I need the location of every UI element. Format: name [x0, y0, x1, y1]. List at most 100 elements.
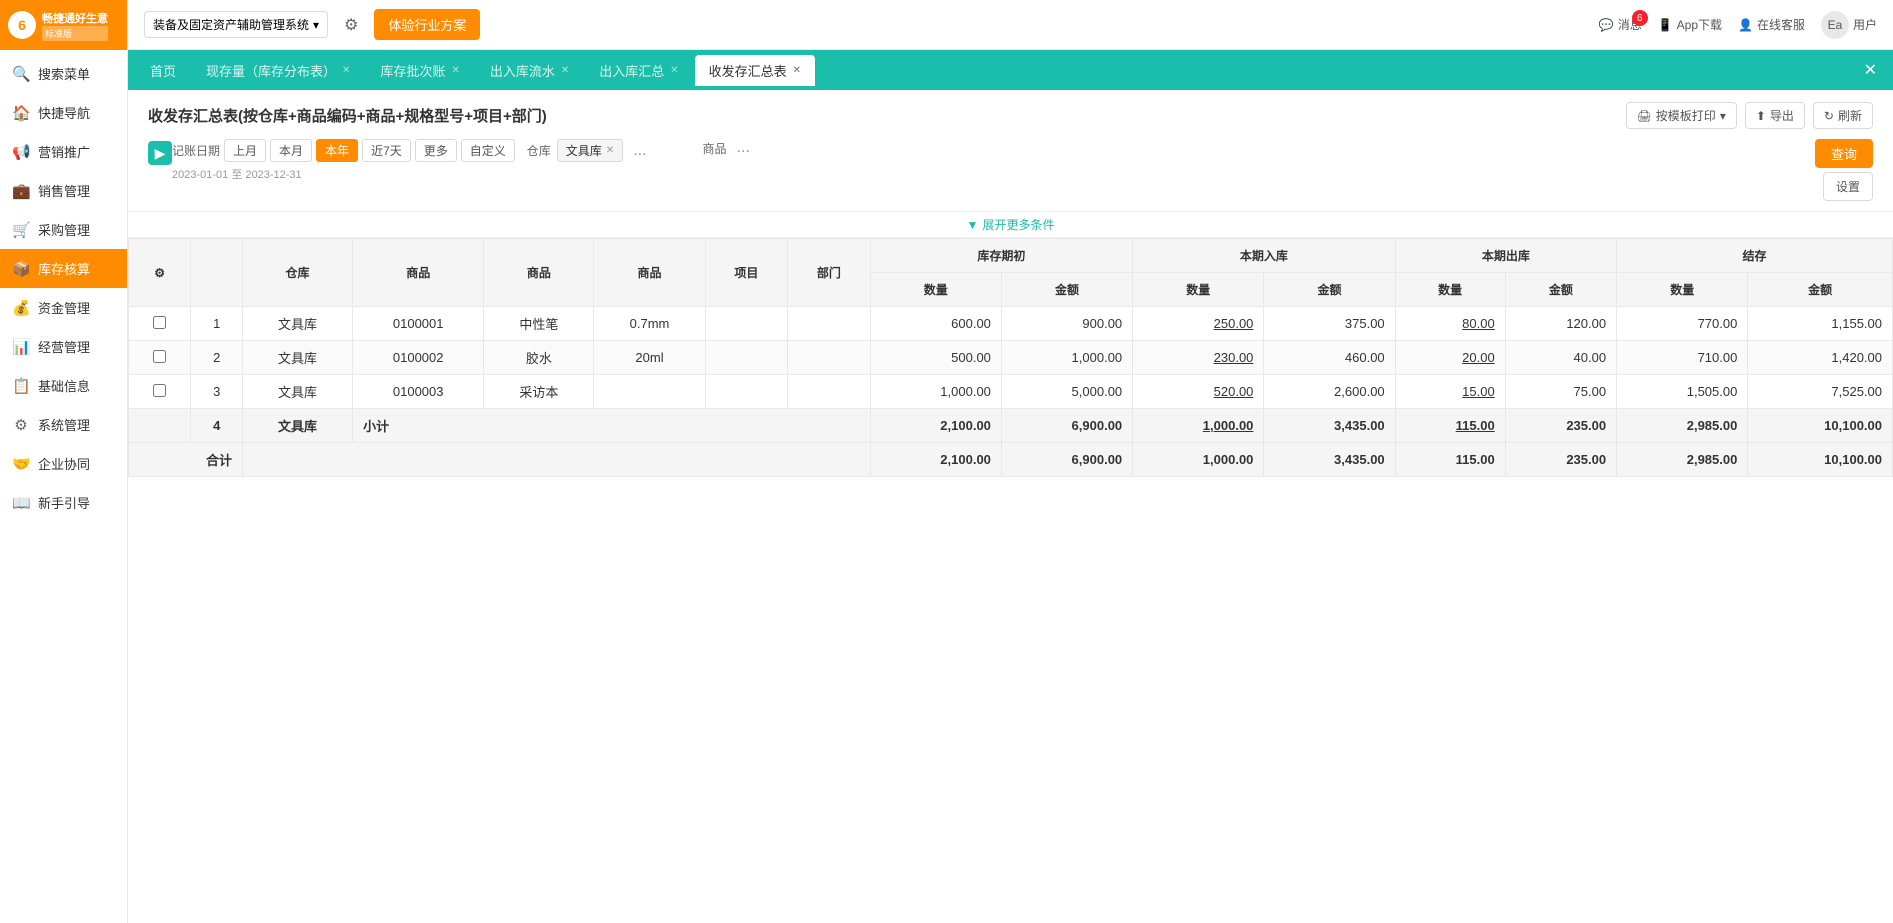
sidebar-item-label: 企业协同 [38, 454, 90, 473]
tab-close-batch-ledger[interactable]: ✕ [451, 65, 459, 76]
refresh-btn[interactable]: ↻ 刷新 [1813, 102, 1873, 129]
row-checkbox-1[interactable] [129, 341, 191, 375]
date-label: 记账日期 [172, 142, 220, 159]
tab-batch-ledger[interactable]: 库存批次账✕ [366, 55, 473, 86]
tab-close-inventory-dist[interactable]: ✕ [342, 65, 350, 76]
th-settings[interactable]: ⚙ [129, 239, 191, 307]
sidebar-item-basic-info[interactable]: 📋 基础信息 [0, 366, 127, 405]
query-action-group: 查询 设置 [1815, 139, 1873, 201]
sidebar-item-inventory[interactable]: 📦 库存核算 [0, 249, 127, 288]
tab-close-recv-send-summary[interactable]: ✕ [793, 65, 801, 76]
user-btn[interactable]: Ea 用户 [1821, 11, 1877, 39]
sidebar-item-finance[interactable]: 💰 资金管理 [0, 288, 127, 327]
setting-btn[interactable]: 设置 [1823, 172, 1873, 201]
page-content: 收发存汇总表(按仓库+商品编码+商品+规格型号+项目+部门) 🖨 按模板打印 ▾… [128, 90, 1893, 923]
date-custom-btn[interactable]: 自定义 [461, 139, 515, 162]
sidebar-item-label: 快捷导航 [38, 103, 90, 122]
sidebar-item-purchase[interactable]: 🛒 采购管理 [0, 210, 127, 249]
search-icon: 🔍 [12, 65, 30, 83]
row-open-qty-2: 1,000.00 [870, 375, 1001, 409]
app-download-btn[interactable]: 📱 App下载 [1658, 16, 1722, 33]
row-in-qty-2[interactable]: 520.00 [1133, 375, 1264, 409]
subtotal-label: 小计 [353, 409, 871, 443]
table-row: 3 文具库 0100003 采访本 1,000.00 5,000.00 520.… [129, 375, 1893, 409]
online-service-btn[interactable]: 👤 在线客服 [1738, 16, 1805, 33]
filter-toggle-btn[interactable]: ▶ [148, 141, 172, 165]
expand-conditions-btn[interactable]: ▼ 展开更多条件 [967, 216, 1055, 233]
sidebar-item-search[interactable]: 🔍 搜索菜单 [0, 54, 127, 93]
tab-inventory-dist[interactable]: 现存量（库存分布表）✕ [192, 55, 364, 86]
tab-in-out-summary[interactable]: 出入库汇总✕ [585, 55, 692, 86]
settings-icon-btn[interactable]: ⚙ [344, 15, 358, 35]
inventory-icon: 📦 [12, 260, 30, 278]
system-title-dropdown[interactable]: 装备及固定资产辅助管理系统 ▾ [144, 11, 328, 38]
tab-close-in-out-summary[interactable]: ✕ [670, 65, 678, 76]
online-service-label: 在线客服 [1757, 16, 1805, 33]
total-open-amt: 6,900.00 [1001, 443, 1132, 477]
subtotal-out-amt: 235.00 [1505, 409, 1616, 443]
settings-icon: ⚙ [154, 266, 165, 280]
sidebar-item-guide[interactable]: 📖 新手引导 [0, 483, 127, 522]
messages-btn[interactable]: 💬 消息 6 [1599, 16, 1642, 33]
sidebar-item-sales[interactable]: 💼 销售管理 [0, 171, 127, 210]
row-check-input-1[interactable] [153, 350, 166, 363]
sidebar-item-system[interactable]: ⚙ 系统管理 [0, 405, 127, 444]
total-out-qty: 115.00 [1395, 443, 1505, 477]
row-warehouse-0: 文具库 [243, 307, 353, 341]
subtotal-close-amt: 10,100.00 [1748, 409, 1893, 443]
warehouse-tag-close[interactable]: ✕ [606, 145, 614, 156]
cooperation-icon: 🤝 [12, 455, 30, 473]
subtotal-open-qty: 2,100.00 [870, 409, 1001, 443]
date-7days-btn[interactable]: 近7天 [362, 139, 411, 162]
expand-bar: ▼ 展开更多条件 [128, 212, 1893, 238]
query-btn[interactable]: 查询 [1815, 139, 1873, 168]
sales-icon: 💼 [12, 182, 30, 200]
table-row: 2 文具库 0100002 胶水 20ml 500.00 1,000.00 23… [129, 341, 1893, 375]
row-checkbox-2[interactable] [129, 375, 191, 409]
row-in-qty-1[interactable]: 230.00 [1133, 341, 1264, 375]
row-in-qty-0[interactable]: 250.00 [1133, 307, 1264, 341]
sidebar-item-label: 资金管理 [38, 298, 90, 317]
print-btn[interactable]: 🖨 按模板打印 ▾ [1626, 102, 1737, 129]
total-label-cell: 合计 [129, 443, 243, 477]
tab-in-out-flow[interactable]: 出入库流水✕ [476, 55, 583, 86]
row-num-0: 1 [191, 307, 243, 341]
row-check-input-0[interactable] [153, 316, 166, 329]
row-out-qty-2[interactable]: 15.00 [1395, 375, 1505, 409]
th-code: 商品 [353, 239, 484, 307]
warehouse-ellipsis[interactable]: ... [629, 142, 650, 160]
user-label: 用户 [1853, 16, 1877, 33]
sidebar-item-operations[interactable]: 📊 经营管理 [0, 327, 127, 366]
th-out-amt: 金额 [1505, 273, 1616, 307]
date-prev-month-btn[interactable]: 上月 [224, 139, 266, 162]
row-out-qty-0[interactable]: 80.00 [1395, 307, 1505, 341]
date-range-display: 2023-01-01 至 2023-12-31 [172, 166, 515, 182]
row-check-input-2[interactable] [153, 384, 166, 397]
tab-bar-close-btn[interactable]: ✕ [1856, 56, 1885, 84]
print-dropdown-icon: ▾ [1720, 109, 1726, 123]
warehouse-tag[interactable]: 文具库 ✕ [557, 139, 623, 162]
th-num [191, 239, 243, 307]
export-btn[interactable]: ⬆ 导出 [1745, 102, 1805, 129]
page-title: 收发存汇总表(按仓库+商品编码+商品+规格型号+项目+部门) [148, 105, 547, 126]
row-project-2 [705, 375, 788, 409]
page-header-actions: 🖨 按模板打印 ▾ ⬆ 导出 ↻ 刷新 [1626, 102, 1873, 129]
tab-label-recv-send-summary: 收发存汇总表 [709, 61, 787, 80]
sidebar-item-cooperation[interactable]: 🤝 企业协同 [0, 444, 127, 483]
sidebar-item-marketing[interactable]: 📢 营销推广 [0, 132, 127, 171]
row-out-qty-1[interactable]: 20.00 [1395, 341, 1505, 375]
tab-home[interactable]: 首页 [136, 55, 190, 86]
sidebar-item-quick-nav[interactable]: 🏠 快捷导航 [0, 93, 127, 132]
experience-btn[interactable]: 体验行业方案 [374, 9, 480, 40]
goods-ellipsis[interactable]: ... [733, 139, 754, 157]
tab-close-in-out-flow[interactable]: ✕ [561, 65, 569, 76]
row-dept-1 [788, 341, 871, 375]
row-dept-0 [788, 307, 871, 341]
tab-recv-send-summary[interactable]: 收发存汇总表 ✕ [695, 55, 815, 86]
date-more-btn[interactable]: 更多 [415, 139, 457, 162]
row-checkbox-0[interactable] [129, 307, 191, 341]
sidebar-item-label: 库存核算 [38, 259, 90, 278]
subtotal-check [129, 409, 191, 443]
date-cur-year-btn[interactable]: 本年 [316, 139, 358, 162]
date-cur-month-btn[interactable]: 本月 [270, 139, 312, 162]
